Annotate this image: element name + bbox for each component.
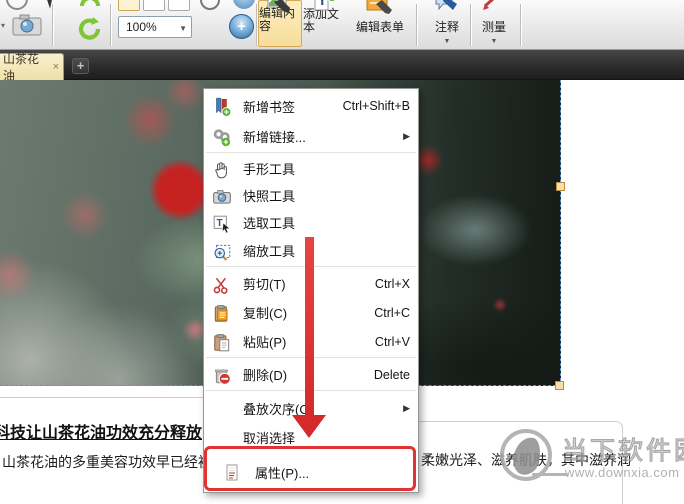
- rotate-view-icon[interactable]: [76, 16, 103, 43]
- paste-icon: [211, 333, 235, 351]
- toolbar-overflow-chevron-icon[interactable]: ▾: [1, 21, 5, 30]
- edit-form-button[interactable]: 编辑表单: [352, 0, 408, 47]
- menu-item-shortcut: Ctrl+V: [374, 334, 410, 349]
- menu-item-shortcut: Ctrl+C: [374, 305, 410, 320]
- toolbar-separator: [256, 4, 257, 46]
- camera-icon: [211, 187, 235, 205]
- menu-separator: [204, 151, 418, 155]
- selection-handle-corner[interactable]: [555, 381, 564, 390]
- submenu-arrow-icon: ▶: [403, 402, 410, 413]
- clock-icon: [6, 0, 28, 10]
- new-tab-button[interactable]: +: [72, 58, 89, 74]
- combo-chevron-down-icon[interactable]: ▼: [179, 24, 187, 33]
- measure-label: 测量: [481, 20, 506, 34]
- zoom-level-select[interactable]: 100% ▼: [118, 16, 192, 38]
- toolbar-separator: [52, 4, 53, 46]
- zoom-in-icon[interactable]: +: [229, 14, 254, 39]
- watermark-url: www.downxia.com: [565, 465, 680, 480]
- menu-item-snapshot-tool[interactable]: 快照工具: [204, 182, 418, 209]
- fit-page-button[interactable]: [143, 0, 165, 11]
- document-heading[interactable]: 科技让山茶花油功效充分释放: [0, 419, 209, 443]
- document-body-left[interactable]: 山茶花油的多重美容功效早已经被: [2, 452, 204, 472]
- zoom-out-icon[interactable]: [233, 0, 255, 9]
- menu-item-shortcut: Delete: [373, 367, 410, 382]
- measure-button[interactable]: 测量 ▼: [474, 0, 514, 47]
- menu-item-shortcut: Ctrl+X: [374, 276, 410, 291]
- rotate-view-up-icon[interactable]: [78, 0, 102, 12]
- downxia-logo-swoosh: [532, 473, 568, 476]
- measure-chevron-down-icon[interactable]: ▼: [491, 38, 498, 45]
- menu-item-label: 选取工具: [243, 216, 296, 231]
- zoom-marquee-icon: [211, 242, 235, 261]
- menu-item-label: 取消选择: [243, 431, 296, 446]
- scissors-icon: [211, 275, 235, 294]
- app-window: ▾ 100% ▼ + 编辑内容 T 添加文本 编辑表单 注释 ▼ 测量 ▼ 山茶…: [0, 0, 684, 504]
- marquee-zoom-icon[interactable]: [200, 0, 220, 10]
- watermark: 当下软件园 www.downxia.com: [492, 425, 684, 495]
- menu-item-label: 新增书签: [243, 99, 296, 115]
- fit-width-button[interactable]: [118, 0, 140, 11]
- copy-icon: [211, 304, 235, 322]
- annotation-arrow-shaft: [305, 237, 314, 416]
- svg-text:T: T: [216, 218, 222, 229]
- toolbar-separator: [520, 4, 521, 46]
- menu-item-label: 缩放工具: [243, 244, 296, 259]
- submenu-arrow-icon: ▶: [403, 130, 410, 141]
- selection-border-right: [560, 80, 561, 386]
- menu-item-select-tool[interactable]: T 选取工具: [204, 209, 418, 236]
- comment-label: 注释: [434, 20, 459, 34]
- fit-visible-button[interactable]: [168, 0, 190, 11]
- document-tab[interactable]: 山茶花油 ×: [0, 52, 64, 83]
- tab-close-icon[interactable]: ×: [53, 61, 59, 73]
- delete-icon: [211, 366, 235, 385]
- selection-handle-right[interactable]: [556, 182, 565, 191]
- menu-item-label: 新增链接...: [243, 129, 306, 145]
- toolbar-separator: [416, 4, 417, 46]
- measure-icon: [481, 0, 507, 19]
- annotation-highlight-box: [204, 446, 416, 491]
- toolbar: ▾ 100% ▼ + 编辑内容 T 添加文本 编辑表单 注释 ▼ 测量 ▼: [0, 0, 684, 50]
- menu-item-label: 手形工具: [243, 162, 296, 177]
- snapshot-camera-icon[interactable]: [12, 13, 42, 37]
- menu-item-new-link[interactable]: 新增链接... ▶: [204, 121, 418, 151]
- menu-item-new-bookmark[interactable]: 新增书签 Ctrl+Shift+B: [204, 91, 418, 121]
- add-text-button[interactable]: T 添加文本: [303, 0, 347, 47]
- svg-text:T: T: [318, 0, 327, 8]
- edit-content-button[interactable]: 编辑内容: [258, 0, 302, 47]
- tab-bar: 山茶花油 ×: [0, 50, 684, 83]
- hand-icon: [211, 160, 235, 178]
- menu-item-hand-tool[interactable]: 手形工具: [204, 155, 418, 182]
- toolbar-separator: [470, 4, 471, 46]
- zoom-level-value: 100%: [126, 20, 157, 34]
- edit-content-icon: [267, 0, 293, 20]
- comment-button[interactable]: 注释 ▼: [426, 0, 468, 47]
- comment-chevron-down-icon[interactable]: ▼: [444, 38, 451, 45]
- edit-form-icon: [365, 0, 395, 19]
- annotation-arrow-head-icon: [292, 415, 326, 438]
- menu-item-shortcut: Ctrl+Shift+B: [342, 99, 410, 113]
- link-add-icon: [211, 127, 235, 147]
- bookmark-add-icon: [211, 97, 235, 117]
- add-text-icon: T: [311, 0, 339, 19]
- menu-item-label: 快照工具: [243, 189, 296, 204]
- toolbar-separator: [110, 4, 111, 46]
- comment-icon: [433, 0, 461, 19]
- watermark-site-name: 当下软件园: [561, 436, 684, 465]
- document-tab-label: 山茶花油: [3, 52, 40, 83]
- heading-frame-border: [0, 397, 204, 398]
- select-text-icon: T: [211, 214, 235, 233]
- edit-form-label: 编辑表单: [355, 20, 404, 34]
